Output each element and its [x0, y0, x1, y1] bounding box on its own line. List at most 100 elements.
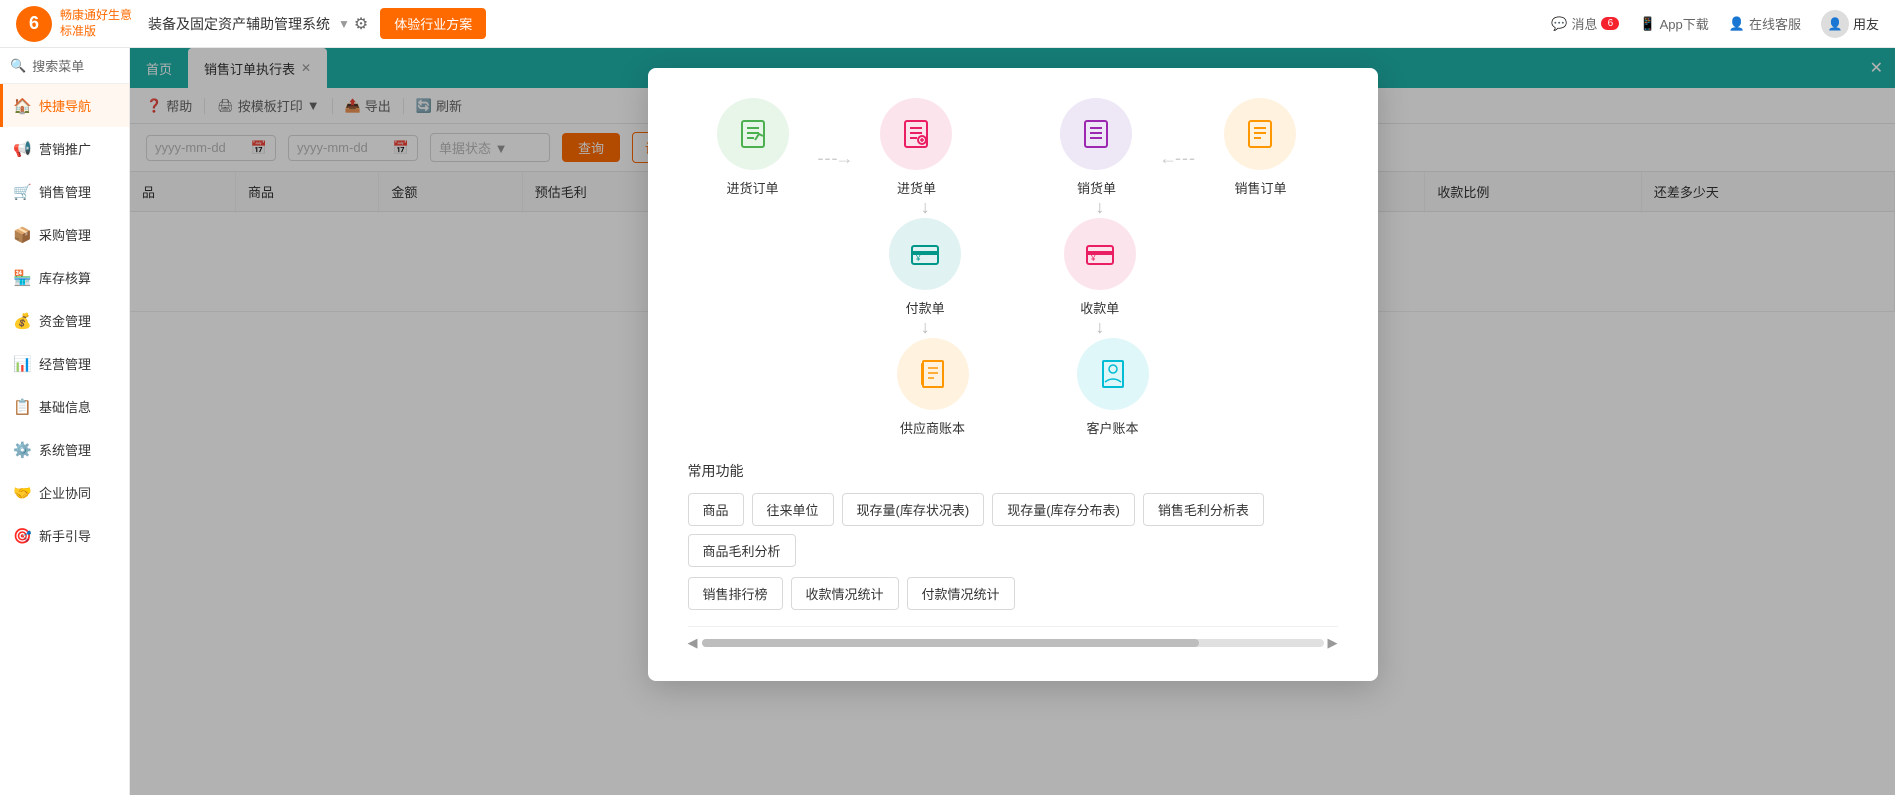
func-btn-row2: 销售排行榜 收款情况统计 付款情况统计 [688, 577, 1338, 610]
sales-bill-icon [1060, 98, 1132, 170]
message-button[interactable]: 💬 消息 6 [1551, 14, 1619, 33]
top-bar: 6 畅康通好生意 标准版 装备及固定资产辅助管理系统 ▼ ⚙ 体验行业方案 💬 … [0, 0, 1895, 48]
func-btn-goods-margin[interactable]: 商品毛利分析 [688, 534, 796, 567]
sidebar-item-label: 资金管理 [39, 311, 91, 330]
purchase-icon: 📦 [13, 226, 31, 244]
download-icon: 📱 [1639, 16, 1655, 32]
sidebar-item-system[interactable]: ⚙️ 系统管理 [0, 428, 129, 471]
func-btn-stock-dist[interactable]: 现存量(库存分布表) [992, 493, 1135, 526]
purchase-bill-icon [880, 98, 952, 170]
arrow-h2: - - -→ [1161, 148, 1195, 169]
func-btn-payment-stats[interactable]: 付款情况统计 [907, 577, 1015, 610]
online-service-button[interactable]: 👤 在线客服 [1729, 14, 1801, 33]
sidebar-item-inventory[interactable]: 🏪 库存核算 [0, 256, 129, 299]
sidebar-item-label: 销售管理 [39, 182, 91, 201]
sidebar-item-label: 新手引导 [39, 526, 91, 545]
v-arrow-payment: ↓ [862, 317, 988, 338]
service-icon: 👤 [1729, 16, 1745, 32]
sidebar-item-label: 基础信息 [39, 397, 91, 416]
payment-icon: ¥ [889, 218, 961, 290]
sidebar-item-label: 快捷导航 [39, 96, 91, 115]
settings-icon[interactable]: ⚙ [354, 14, 368, 34]
app-download-button[interactable]: 📱 App下载 [1639, 14, 1708, 33]
search-icon: 🔍 [10, 58, 26, 74]
trial-button[interactable]: 体验行业方案 [380, 8, 486, 39]
user-name: 用友 [1853, 14, 1879, 33]
flow-sales-bill[interactable]: 销货单 [1031, 98, 1161, 197]
sidebar-item-finance[interactable]: 💰 资金管理 [0, 299, 129, 342]
customer-ledger-label: 客户账本 [1086, 418, 1138, 437]
func-btn-row1: 商品 往来单位 现存量(库存状况表) 现存量(库存分布表) 销售毛利分析表 商品… [688, 493, 1338, 567]
sidebar-item-label: 经营管理 [39, 354, 91, 373]
sidebar-search[interactable]: 🔍 搜索菜单 [0, 48, 129, 84]
supplier-ledger-icon [897, 338, 969, 410]
svg-text:¥: ¥ [915, 254, 921, 263]
sidebar-item-quick-nav[interactable]: 🏠 快捷导航 [0, 84, 129, 127]
logo-icon: 6 [16, 6, 52, 42]
finance-icon: 💰 [13, 312, 31, 330]
v-arrow-purchase: ↓ [862, 197, 988, 218]
svg-text:¥: ¥ [1090, 254, 1096, 263]
sidebar-item-marketing[interactable]: 📢 营销推广 [0, 127, 129, 170]
content-area: 首页 销售订单执行表 ✕ ✕ ❓ 帮助 🖨 [130, 48, 1895, 795]
sidebar-item-label: 采购管理 [39, 225, 91, 244]
logo-text: 畅康通好生意 标准版 [60, 8, 132, 39]
sales-order-label: 销售订单 [1234, 178, 1286, 197]
modal-dialog: 进货订单 - - -→ 进货单 [648, 68, 1378, 681]
func-btn-receipt-stats[interactable]: 收款情况统计 [791, 577, 899, 610]
sidebar-item-sales[interactable]: 🛒 销售管理 [0, 170, 129, 213]
func-btn-goods[interactable]: 商品 [688, 493, 744, 526]
supplier-ledger-label: 供应商账本 [900, 418, 965, 437]
basic-icon: 📋 [13, 398, 31, 416]
dropdown-icon[interactable]: ▼ [338, 17, 350, 31]
main-area: 🔍 搜索菜单 🏠 快捷导航 📢 营销推广 🛒 销售管理 📦 采购管理 🏪 [0, 48, 1895, 795]
func-btn-sales-rank[interactable]: 销售排行榜 [688, 577, 783, 610]
scroll-left-icon[interactable]: ◀ [688, 635, 698, 651]
payment-label: 付款单 [906, 298, 945, 317]
purchase-order-label: 进货订单 [726, 178, 778, 197]
purchase-order-icon [717, 98, 789, 170]
func-btn-contacts[interactable]: 往来单位 [752, 493, 834, 526]
func-btn-sales-margin[interactable]: 销售毛利分析表 [1143, 493, 1264, 526]
sidebar-item-label: 营销推广 [39, 139, 91, 158]
top-bar-right: 💬 消息 6 📱 App下载 👤 在线客服 👤 用友 [1551, 10, 1879, 38]
flow-payment[interactable]: ¥ 付款单 [862, 218, 988, 317]
system-icon: ⚙️ [13, 441, 31, 459]
scroll-thumb [702, 639, 1200, 647]
sales-order-icon [1224, 98, 1296, 170]
sales-bill-label: 销货单 [1077, 178, 1116, 197]
message-badge: 6 [1601, 17, 1619, 30]
sidebar-item-label: 系统管理 [39, 440, 91, 459]
flow-receipt[interactable]: ¥ 收款单 [1037, 218, 1163, 317]
arrow-h1: - - -→ [818, 148, 852, 169]
marketing-icon: 📢 [13, 140, 31, 158]
sidebar-item-newbie[interactable]: 🎯 新手引导 [0, 514, 129, 557]
flow-purchase-bill[interactable]: 进货单 [851, 98, 981, 197]
user-area[interactable]: 👤 用友 [1821, 10, 1879, 38]
sales-icon: 🛒 [13, 183, 31, 201]
collab-icon: 🤝 [13, 484, 31, 502]
logo-area: 6 畅康通好生意 标准版 [16, 6, 132, 42]
flow-supplier-ledger[interactable]: 供应商账本 [868, 338, 998, 437]
receipt-icon: ¥ [1064, 218, 1136, 290]
scroll-right-icon[interactable]: ▶ [1328, 635, 1338, 651]
purchase-bill-label: 进货单 [897, 178, 936, 197]
common-functions-section: 常用功能 商品 往来单位 现存量(库存状况表) 现存量(库存分布表) 销售毛利分… [688, 461, 1338, 610]
flow-purchase-order[interactable]: 进货订单 [688, 98, 818, 197]
modal-scrollbar[interactable]: ◀ ▶ [688, 626, 1338, 651]
sidebar-item-basic[interactable]: 📋 基础信息 [0, 385, 129, 428]
operation-icon: 📊 [13, 355, 31, 373]
sidebar-item-operation[interactable]: 📊 经营管理 [0, 342, 129, 385]
customer-ledger-icon [1077, 338, 1149, 410]
sidebar-item-collab[interactable]: 🤝 企业协同 [0, 471, 129, 514]
avatar: 👤 [1821, 10, 1849, 38]
v-arrow-sales: ↓ [1037, 197, 1163, 218]
app-title: 装备及固定资产辅助管理系统 [148, 14, 330, 34]
flow-sales-order[interactable]: 销售订单 [1195, 98, 1325, 197]
sidebar-item-purchase[interactable]: 📦 采购管理 [0, 213, 129, 256]
common-functions-title: 常用功能 [688, 461, 1338, 481]
newbie-icon: 🎯 [13, 527, 31, 545]
flow-customer-ledger[interactable]: 客户账本 [1048, 338, 1178, 437]
message-icon: 💬 [1551, 16, 1567, 32]
func-btn-stock-status[interactable]: 现存量(库存状况表) [842, 493, 985, 526]
